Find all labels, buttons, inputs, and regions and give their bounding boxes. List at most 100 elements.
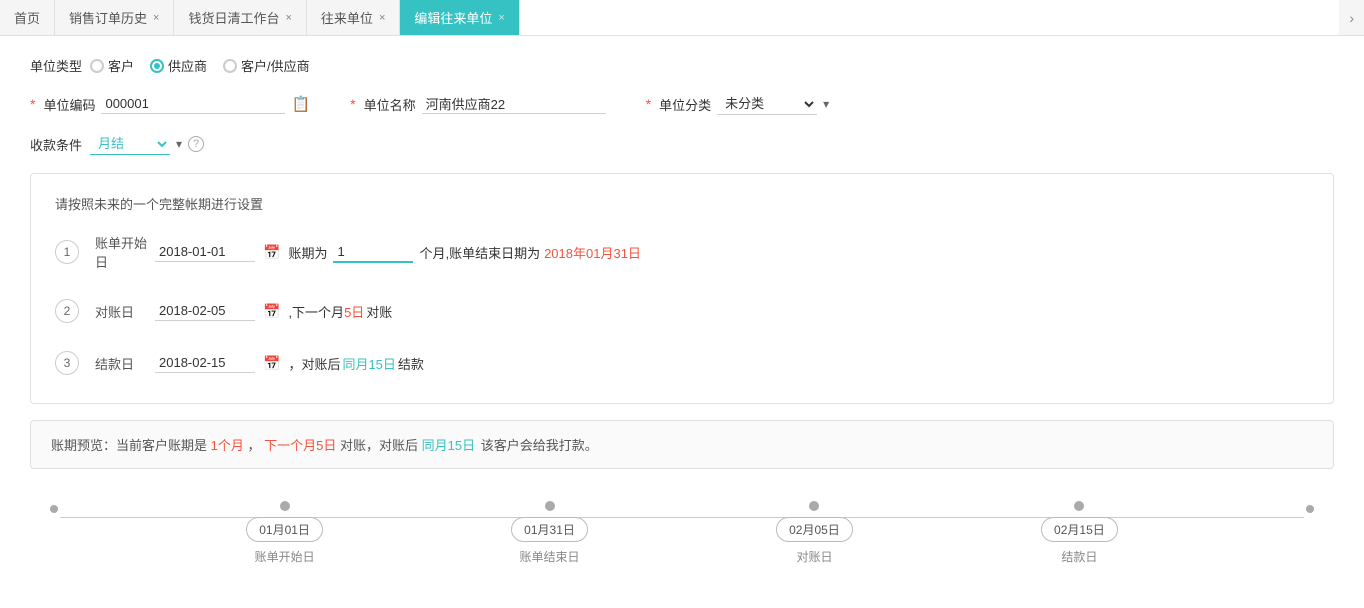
timeline-dot-1 — [280, 501, 290, 511]
tab-partner-close[interactable]: × — [379, 12, 385, 24]
period-input[interactable] — [333, 242, 413, 263]
preview-suffix: 该客户会给我打款。 — [481, 438, 598, 453]
step-3-label: 结款日 — [95, 354, 155, 373]
unit-code-label: 单位编码 — [43, 95, 95, 114]
timeline-label-1: 账单开始日 — [255, 548, 315, 565]
radio-supplier-label: 供应商 — [168, 56, 207, 75]
tab-cash-desk-close[interactable]: × — [285, 12, 291, 24]
step-1-row: 1 账单开始日 📅 账期为 个月,账单结束日期为 2018年01月31日 — [55, 233, 1309, 271]
unit-class-group: * 单位分类 未分类 ▾ — [646, 93, 830, 115]
tab-edit-partner[interactable]: 编辑往来单位 × — [400, 0, 519, 35]
radio-customer[interactable]: 客户 — [90, 56, 134, 75]
radio-supplier-circle — [150, 59, 164, 73]
tab-edit-partner-close[interactable]: × — [498, 12, 504, 24]
timeline-node-1: 01月01日 账单开始日 — [246, 501, 323, 565]
step-3-desc-suffix: 结款 — [398, 354, 424, 373]
step-3-num: 3 — [55, 351, 79, 375]
radio-customer-circle — [90, 59, 104, 73]
preview-prefix: 账期预览：当前客户账期是 — [51, 438, 207, 453]
billing-section: 请按照未来的一个完整帐期进行设置 1 账单开始日 📅 账期为 个月,账单结束日期… — [30, 173, 1334, 404]
step-2-desc-suffix: 对账 — [366, 302, 392, 321]
payment-label: 收款条件 — [30, 135, 82, 154]
step-2-date-input[interactable] — [155, 301, 255, 321]
unit-class-select[interactable]: 未分类 — [717, 93, 817, 115]
timeline-dot-3 — [809, 501, 819, 511]
unit-info-row: * 单位编码 📋 * 单位名称 * 单位分类 未分类 ▾ — [30, 93, 1334, 115]
timeline-label-4: 结款日 — [1061, 548, 1097, 565]
tabs-more-arrow[interactable]: › — [1339, 0, 1364, 35]
preview-part1: 1个月 — [211, 438, 244, 453]
unit-name-input[interactable] — [422, 94, 606, 114]
timeline-badge-1: 01月01日 — [246, 517, 323, 542]
radio-supplier[interactable]: 供应商 — [150, 56, 207, 75]
tab-partner[interactable]: 往来单位 × — [307, 0, 400, 35]
timeline-right-dot — [1306, 505, 1314, 513]
radio-both-label: 客户/供应商 — [241, 56, 310, 75]
step-1-end-date: 2018年01月31日 — [544, 243, 641, 262]
timeline-label-2: 账单结束日 — [520, 548, 580, 565]
preview-mid1: ， — [248, 438, 261, 453]
step-3-highlight: 同月15日 — [342, 354, 395, 373]
unit-type-radio-group: 客户 供应商 客户/供应商 — [90, 56, 310, 75]
unit-code-star: * — [30, 96, 35, 112]
payment-help-icon[interactable]: ? — [188, 136, 204, 152]
timeline-badge-4: 02月15日 — [1041, 517, 1118, 542]
step-1-calendar-icon[interactable]: 📅 — [263, 244, 280, 261]
preview-part3: 同月15日 — [422, 438, 475, 453]
timeline-label-3: 对账日 — [796, 548, 832, 565]
timeline-left-dot — [50, 505, 58, 513]
preview-mid2: 对账，对账后 — [340, 438, 418, 453]
step-1-num: 1 — [55, 240, 79, 264]
unit-class-label: 单位分类 — [659, 95, 711, 114]
unit-type-label: 单位类型 — [30, 56, 82, 75]
tab-home-label: 首页 — [14, 8, 40, 27]
tab-sales-history[interactable]: 销售订单历史 × — [55, 0, 174, 35]
tab-edit-partner-label: 编辑往来单位 — [414, 8, 492, 27]
step-2-row: 2 对账日 📅 ,下一个月 5日 对账 — [55, 299, 1309, 323]
payment-select[interactable]: 月结 — [90, 133, 170, 155]
unit-class-chevron: ▾ — [823, 97, 829, 111]
step-2-desc-prefix: ,下一个月 — [288, 302, 344, 321]
timeline-dot-4 — [1074, 501, 1084, 511]
tab-cash-desk-label: 钱货日清工作台 — [188, 8, 279, 27]
tab-sales-history-close[interactable]: × — [153, 12, 159, 24]
unit-name-group: * 单位名称 — [350, 94, 605, 114]
payment-chevron: ▾ — [176, 137, 182, 151]
step-3-row: 3 结款日 📅 ，对账后 同月15日 结款 — [55, 351, 1309, 375]
timeline-badge-2: 01月31日 — [511, 517, 588, 542]
step-3-date-input[interactable] — [155, 353, 255, 373]
unit-type-row: 单位类型 客户 供应商 客户/供应商 — [30, 56, 1334, 75]
unit-code-group: * 单位编码 📋 — [30, 94, 310, 114]
section-title: 请按照未来的一个完整帐期进行设置 — [55, 194, 1309, 213]
step-1-date-input[interactable] — [155, 242, 255, 262]
main-content: 单位类型 客户 供应商 客户/供应商 * 单位编码 📋 * 单位名称 — [0, 36, 1364, 608]
radio-both-circle — [223, 59, 237, 73]
radio-both[interactable]: 客户/供应商 — [223, 56, 310, 75]
step-2-label: 对账日 — [95, 302, 155, 321]
step-3-calendar-icon[interactable]: 📅 — [263, 355, 280, 372]
step-3-desc-prefix: ，对账后 — [288, 354, 340, 373]
step-1-label: 账单开始日 — [95, 233, 155, 271]
timeline-badge-3: 02月05日 — [776, 517, 853, 542]
unit-name-star: * — [350, 96, 355, 112]
preview-part2: 下一个月5日 — [264, 438, 336, 453]
step-2-num: 2 — [55, 299, 79, 323]
payment-row: 收款条件 月结 ▾ ? — [30, 133, 1334, 155]
payment-dropdown-group: 月结 ▾ — [90, 133, 182, 155]
timeline-section: 01月01日 账单开始日 01月31日 账单结束日 02月05日 对账日 — [30, 477, 1334, 565]
timeline-node-2: 01月31日 账单结束日 — [511, 501, 588, 565]
tab-partner-label: 往来单位 — [321, 8, 373, 27]
timeline-node-3: 02月05日 对账日 — [776, 501, 853, 565]
step-2-calendar-icon[interactable]: 📅 — [263, 303, 280, 320]
unit-name-label: 单位名称 — [364, 95, 416, 114]
preview-bar: 账期预览：当前客户账期是 1个月 ， 下一个月5日 对账，对账后 同月15日 该… — [30, 420, 1334, 469]
unit-code-input[interactable] — [101, 94, 285, 114]
step-1-desc-prefix: 账期为 — [288, 243, 327, 262]
step-1-desc-mid: 个月,账单结束日期为 — [419, 243, 540, 262]
unit-code-icon[interactable]: 📋 — [291, 95, 310, 113]
tab-cash-desk[interactable]: 钱货日清工作台 × — [174, 0, 306, 35]
timeline-dot-2 — [545, 501, 555, 511]
timeline-node-4: 02月15日 结款日 — [1041, 501, 1118, 565]
tab-home[interactable]: 首页 — [0, 0, 55, 35]
unit-class-star: * — [646, 96, 651, 112]
